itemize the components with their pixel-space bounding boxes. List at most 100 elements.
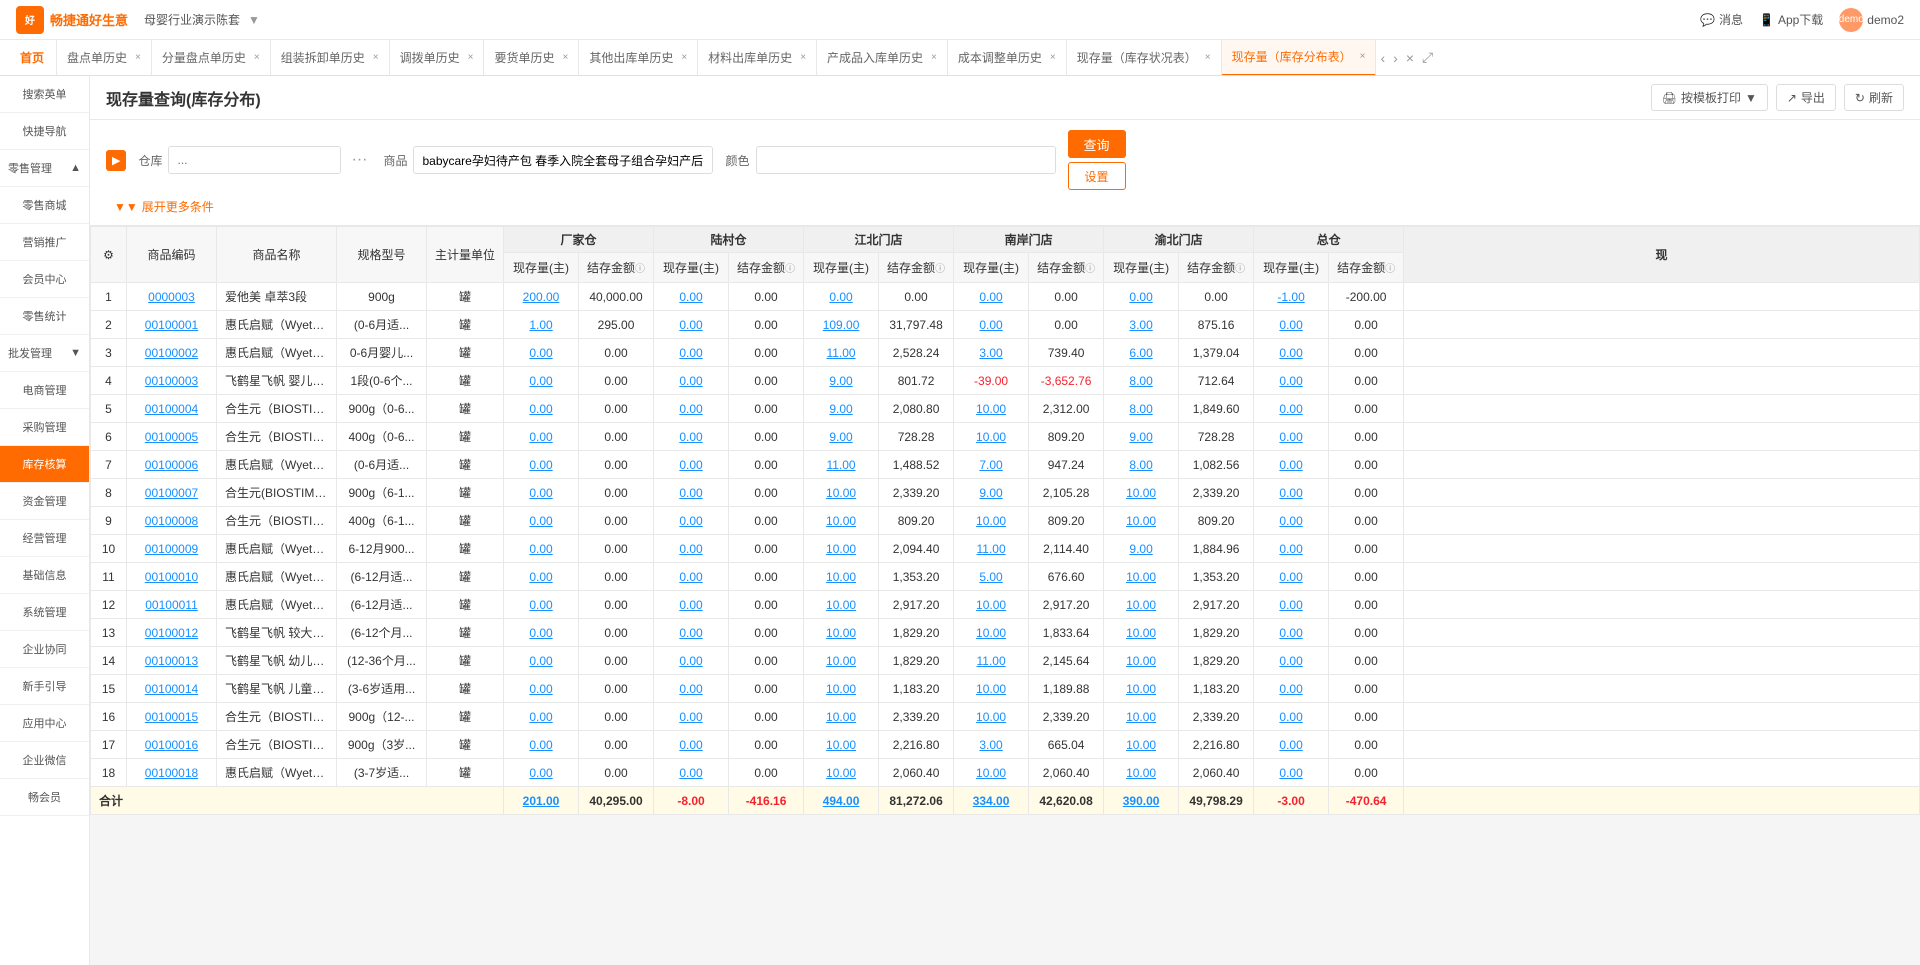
cell-lu-qty[interactable]: 0.00 [654,339,729,367]
cell-yb-qty[interactable]: 10.00 [1104,759,1179,787]
cell-jb-qty[interactable]: 11.00 [804,339,879,367]
cell-na-qty[interactable]: 10.00 [954,619,1029,647]
query-btn[interactable]: 查询 [1068,130,1126,158]
warehouse-more-btn[interactable]: ··· [347,151,371,169]
summary-na-qty[interactable]: 334.00 [954,787,1029,815]
goods-input[interactable] [413,146,713,174]
cell-factory-qty[interactable]: 0.00 [504,395,579,423]
cell-factory-qty[interactable]: 0.00 [504,619,579,647]
cell-na-qty[interactable]: 0.00 [954,283,1029,311]
nav-dropdown-icon[interactable]: ▼ [248,13,260,27]
sidebar-item-appcenter[interactable]: 应用中心 [0,705,89,742]
cell-lu-qty[interactable]: 0.00 [654,731,729,759]
cell-total-qty[interactable]: 0.00 [1254,619,1329,647]
collapse-filter-btn[interactable]: ▶ [106,150,126,171]
cell-total-qty[interactable]: -1.00 [1254,283,1329,311]
warehouse-input[interactable] [168,146,341,174]
cell-yb-qty[interactable]: 10.00 [1104,563,1179,591]
cell-code[interactable]: 00100004 [127,395,217,423]
cell-lu-qty[interactable]: 0.00 [654,619,729,647]
cell-jb-qty[interactable]: 9.00 [804,395,879,423]
sidebar-item-retail-mall[interactable]: 零售商城 [0,187,89,224]
cell-factory-qty[interactable]: 0.00 [504,759,579,787]
cell-yb-qty[interactable]: 10.00 [1104,507,1179,535]
sidebar-item-system[interactable]: 系统管理 [0,594,89,631]
tab-zuhe[interactable]: 组装拆卸单历史 × [271,40,390,76]
cell-yb-qty[interactable]: 3.00 [1104,311,1179,339]
cell-code[interactable]: 00100006 [127,451,217,479]
cell-lu-qty[interactable]: 0.00 [654,451,729,479]
cell-na-qty[interactable]: 11.00 [954,535,1029,563]
cell-lu-qty[interactable]: 0.00 [654,395,729,423]
tab-next-btn[interactable]: › [1389,50,1402,66]
sidebar-item-retail-mgmt[interactable]: 零售管理 ▲ [0,150,89,187]
cell-yb-qty[interactable]: 10.00 [1104,675,1179,703]
cell-lu-qty[interactable]: 0.00 [654,591,729,619]
cell-yb-qty[interactable]: 9.00 [1104,535,1179,563]
cell-lu-qty[interactable]: 0.00 [654,703,729,731]
cell-na-qty[interactable]: 0.00 [954,311,1029,339]
cell-yb-qty[interactable]: 8.00 [1104,395,1179,423]
cell-total-qty[interactable]: 0.00 [1254,479,1329,507]
sidebar-item-guide[interactable]: 新手引导 [0,668,89,705]
tab-close[interactable]: × [800,52,806,63]
cell-na-qty[interactable]: 11.00 [954,647,1029,675]
cell-jb-qty[interactable]: 9.00 [804,423,879,451]
cell-code[interactable]: 00100016 [127,731,217,759]
tab-xiancunliang-fenbu[interactable]: 现存量（库存分布表）× [1222,40,1377,76]
cell-lu-qty[interactable]: 0.00 [654,563,729,591]
tab-prev-btn[interactable]: ‹ [1376,50,1389,66]
cell-yb-qty[interactable]: 10.00 [1104,647,1179,675]
cell-code[interactable]: 00100015 [127,703,217,731]
app-download-btn[interactable]: 📱 App下载 [1759,11,1823,28]
cell-na-qty[interactable]: 7.00 [954,451,1029,479]
cell-jb-qty[interactable]: 10.00 [804,591,879,619]
cell-factory-qty[interactable]: 0.00 [504,563,579,591]
sidebar-item-purchase[interactable]: 采购管理 [0,409,89,446]
tab-tiaobo[interactable]: 调拨单历史 × [390,40,485,76]
cell-jb-qty[interactable]: 10.00 [804,535,879,563]
cell-yb-qty[interactable]: 8.00 [1104,451,1179,479]
cell-jb-qty[interactable]: 10.00 [804,703,879,731]
cell-jb-qty[interactable]: 10.00 [804,675,879,703]
tab-home[interactable]: 首页 [8,40,57,76]
cell-yb-qty[interactable]: 6.00 [1104,339,1179,367]
cell-total-qty[interactable]: 0.00 [1254,423,1329,451]
cell-na-qty[interactable]: 10.00 [954,423,1029,451]
user-avatar[interactable]: demo demo2 [1839,8,1904,32]
cell-jb-qty[interactable]: 0.00 [804,283,879,311]
sidebar-item-cooperation[interactable]: 企业协同 [0,631,89,668]
cell-total-qty[interactable]: 0.00 [1254,451,1329,479]
sidebar-item-marketing[interactable]: 营销推广 [0,224,89,261]
cell-total-qty[interactable]: 0.00 [1254,311,1329,339]
cell-jb-qty[interactable]: 10.00 [804,731,879,759]
cell-code[interactable]: 00100008 [127,507,217,535]
cell-na-qty[interactable]: 10.00 [954,703,1029,731]
cell-na-qty[interactable]: -39.00 [954,367,1029,395]
refresh-btn[interactable]: ↻ 刷新 [1844,84,1904,111]
summary-total-qty[interactable]: -3.00 [1254,787,1329,815]
summary-lu-qty[interactable]: -8.00 [654,787,729,815]
cell-total-qty[interactable]: 0.00 [1254,563,1329,591]
message-btn[interactable]: 💬 消息 [1700,11,1743,28]
cell-factory-qty[interactable]: 0.00 [504,731,579,759]
export-btn[interactable]: ↗ 导出 [1776,84,1836,111]
cell-factory-qty[interactable]: 0.00 [504,703,579,731]
tab-close[interactable]: × [681,52,687,63]
cell-code[interactable]: 00100012 [127,619,217,647]
sidebar-item-member2[interactable]: 畅会员 [0,779,89,816]
cell-yb-qty[interactable]: 9.00 [1104,423,1179,451]
tab-expand-btn[interactable]: ⤢ [1418,49,1437,66]
cell-na-qty[interactable]: 10.00 [954,507,1029,535]
tab-yaohuo[interactable]: 要货单历史 × [484,40,579,76]
cell-na-qty[interactable]: 10.00 [954,591,1029,619]
cell-factory-qty[interactable]: 0.00 [504,535,579,563]
sidebar-item-ops[interactable]: 经营管理 [0,520,89,557]
cell-total-qty[interactable]: 0.00 [1254,395,1329,423]
cell-total-qty[interactable]: 0.00 [1254,703,1329,731]
cell-lu-qty[interactable]: 0.00 [654,311,729,339]
cell-lu-qty[interactable]: 0.00 [654,423,729,451]
cell-code[interactable]: 00100013 [127,647,217,675]
cell-factory-qty[interactable]: 0.00 [504,479,579,507]
cell-na-qty[interactable]: 10.00 [954,759,1029,787]
